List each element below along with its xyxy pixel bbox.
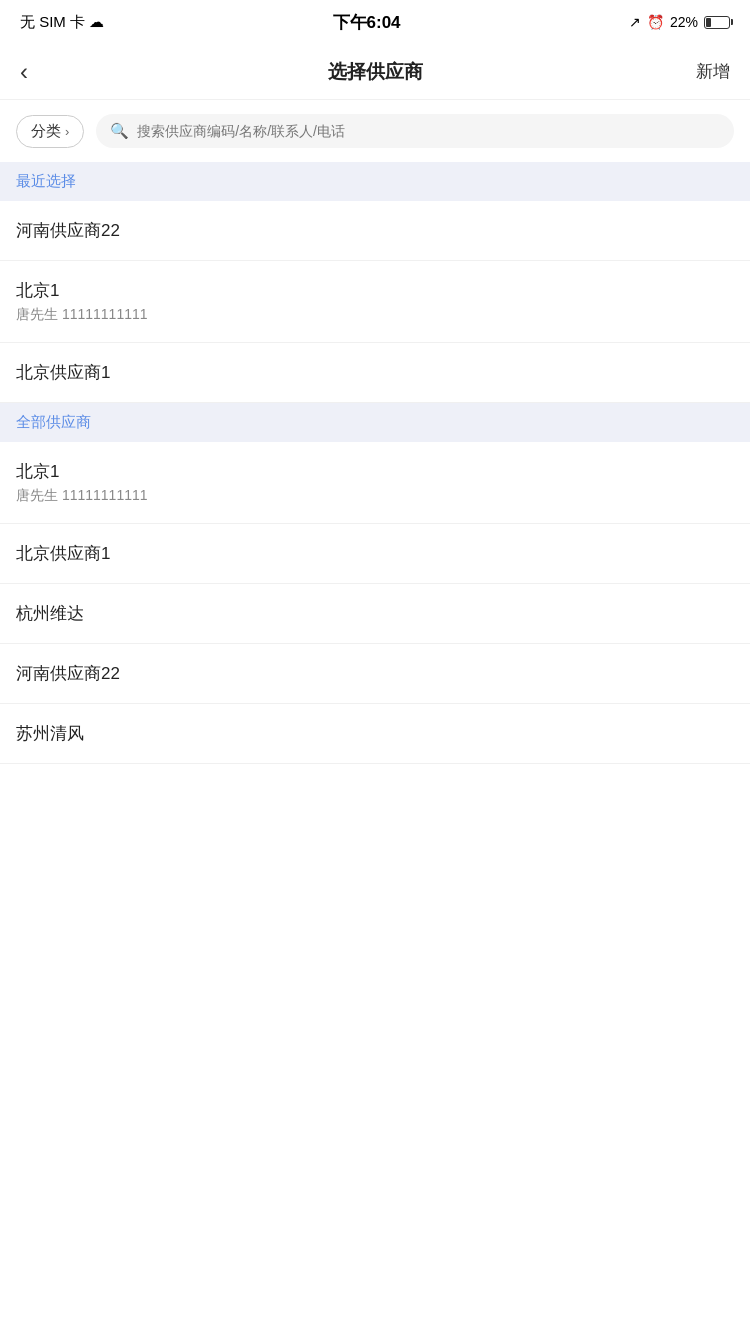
item-name: 北京供应商1 <box>16 542 734 565</box>
search-input[interactable] <box>137 123 720 139</box>
category-label: 分类 <box>31 122 61 141</box>
item-name: 北京1 <box>16 460 734 483</box>
item-name: 北京1 <box>16 279 734 302</box>
item-name: 苏州清风 <box>16 722 734 745</box>
item-name: 河南供应商22 <box>16 219 734 242</box>
add-button[interactable]: 新增 <box>690 60 730 83</box>
item-subtitle: 唐先生 11111111111 <box>16 487 734 505</box>
nav-bar: ‹ 选择供应商 新增 <box>0 44 750 100</box>
section-header-recent: 最近选择 <box>0 162 750 201</box>
location-icon: ↗ <box>629 14 641 30</box>
back-button[interactable]: ‹ <box>20 58 60 86</box>
section-header-all: 全部供应商 <box>0 403 750 442</box>
status-left: 无 SIM 卡 ☁ <box>20 13 104 32</box>
status-time: 下午6:04 <box>333 11 401 34</box>
filter-bar: 分类 › 🔍 <box>0 100 750 162</box>
chevron-right-icon: › <box>65 124 69 139</box>
category-filter-button[interactable]: 分类 › <box>16 115 84 148</box>
search-box: 🔍 <box>96 114 734 148</box>
item-subtitle: 唐先生 11111111111 <box>16 306 734 324</box>
item-name: 河南供应商22 <box>16 662 734 685</box>
list-item[interactable]: 河南供应商22 <box>0 201 750 261</box>
list-item[interactable]: 河南供应商22 <box>0 644 750 704</box>
page-title: 选择供应商 <box>328 59 423 85</box>
list-item[interactable]: 杭州维达 <box>0 584 750 644</box>
sections-container: 最近选择河南供应商22 北京1 唐先生 11111111111 北京供应商1 全部供应商… <box>0 162 750 764</box>
item-name: 杭州维达 <box>16 602 734 625</box>
battery-icon <box>704 16 730 29</box>
list-item[interactable]: 北京供应商1 <box>0 524 750 584</box>
search-icon: 🔍 <box>110 122 129 140</box>
status-bar: 无 SIM 卡 ☁ 下午6:04 ↗ ⏰ 22% <box>0 0 750 44</box>
list-item[interactable]: 苏州清风 <box>0 704 750 764</box>
item-name: 北京供应商1 <box>16 361 734 384</box>
list-item[interactable]: 北京1 唐先生 11111111111 <box>0 261 750 343</box>
list-item[interactable]: 北京供应商1 <box>0 343 750 403</box>
list-item[interactable]: 北京1 唐先生 11111111111 <box>0 442 750 524</box>
battery-percent: 22% <box>670 14 698 30</box>
sim-label: 无 SIM 卡 ☁ <box>20 13 104 32</box>
status-right: ↗ ⏰ 22% <box>629 14 730 30</box>
alarm-icon: ⏰ <box>647 14 664 30</box>
